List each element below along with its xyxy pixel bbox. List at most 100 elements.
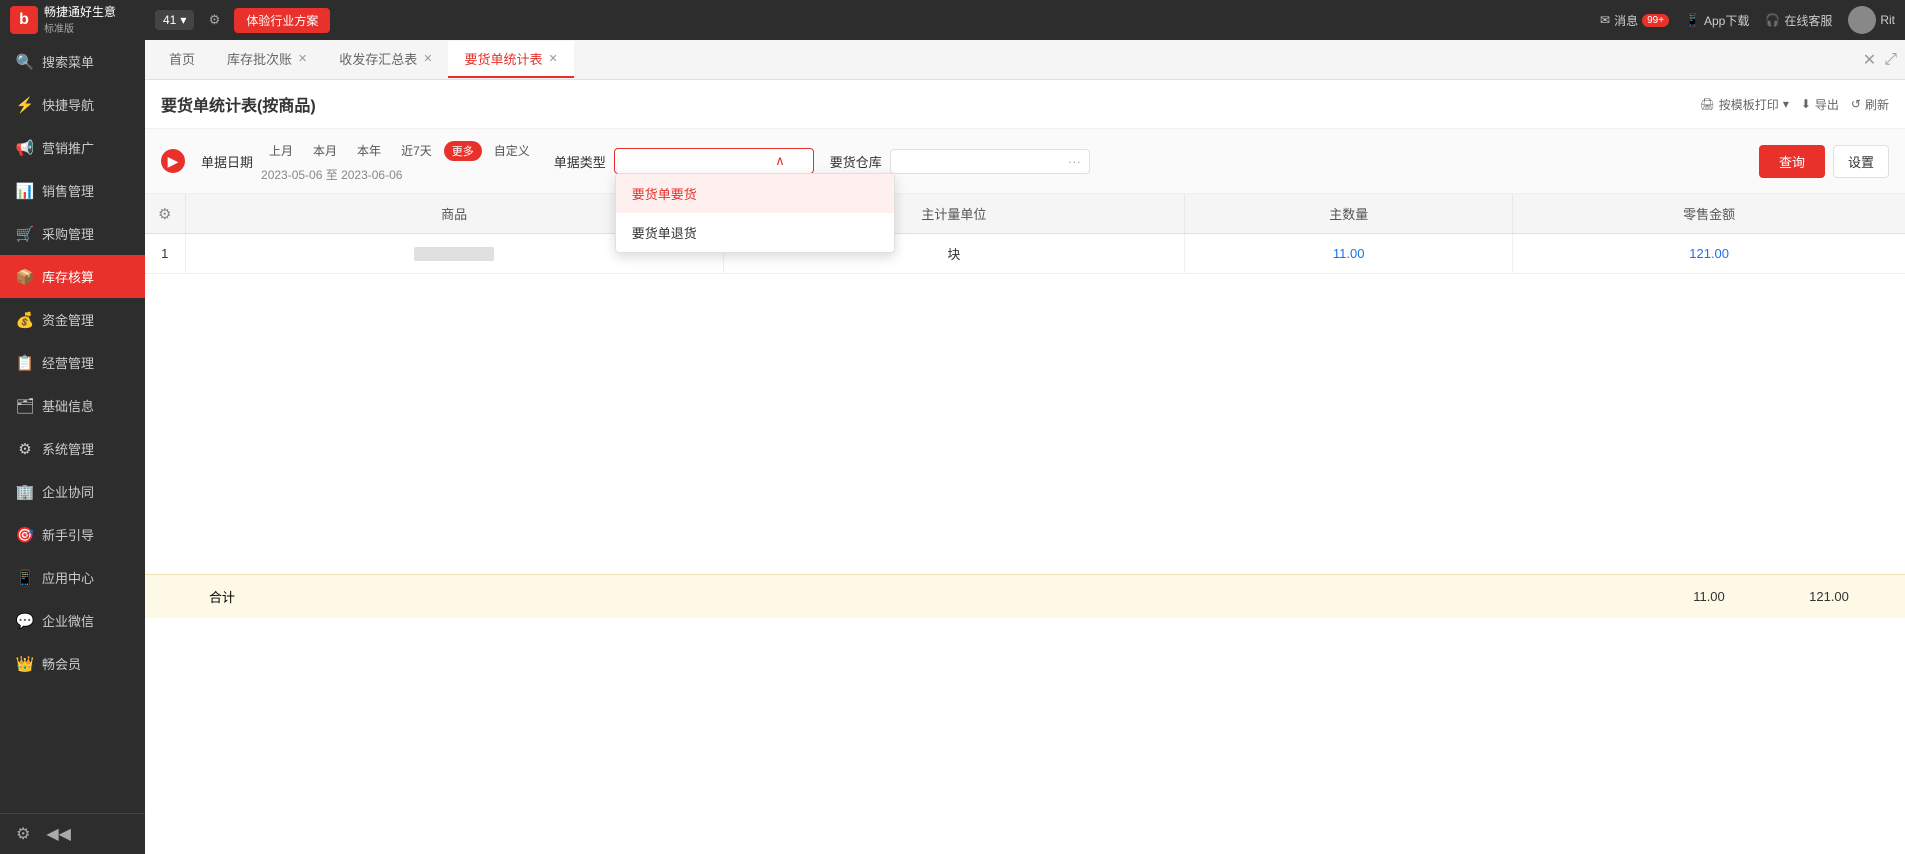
sidebar-item-marketing[interactable]: 📢 营销推广 xyxy=(0,126,145,169)
user-name: Rit xyxy=(1880,13,1895,27)
sidebar-label-finance: 资金管理 xyxy=(42,310,94,329)
sidebar-item-finance[interactable]: 💰 资金管理 xyxy=(0,298,145,341)
sidebar-label-app-center: 应用中心 xyxy=(42,568,94,587)
app-download-label: App下载 xyxy=(1704,12,1749,29)
export-icon: ⬇ xyxy=(1801,97,1811,111)
data-table: ⚙ 商品 主计量单位 主数量 零售金额 1 xyxy=(145,194,1905,274)
sidebar-item-search[interactable]: 🔍 搜索菜单 xyxy=(0,40,145,83)
refresh-btn[interactable]: ↺ 刷新 xyxy=(1851,96,1889,113)
summary-text: 合计 xyxy=(209,590,235,605)
tab-close-all-icon[interactable]: ✕ xyxy=(1863,50,1876,70)
date-btn-this-month[interactable]: 本月 xyxy=(305,139,345,162)
wechat-icon: 💬 xyxy=(16,612,34,630)
tab-order-summary[interactable]: 要货单统计表 ✕ xyxy=(448,41,573,78)
tab-expand-icon[interactable]: ⤢ xyxy=(1884,51,1897,69)
date-btn-last-month[interactable]: 上月 xyxy=(261,139,301,162)
summary-amount: 121.00 xyxy=(1769,589,1889,604)
filter-expand-btn[interactable]: ▶ xyxy=(161,149,185,173)
app-download-item[interactable]: 📱 App下载 xyxy=(1685,12,1749,29)
print-btn[interactable]: 🖨 按模板打印 ▾ xyxy=(1700,96,1789,113)
sidebar-label-sales: 销售管理 xyxy=(42,181,94,200)
warehouse-value xyxy=(899,154,903,169)
sidebar-item-purchase[interactable]: 🛒 采购管理 xyxy=(0,212,145,255)
print-icon: 🖨 xyxy=(1700,97,1715,111)
tab-inventory-batch-close[interactable]: ✕ xyxy=(298,52,307,65)
main-layout: 🔍 搜索菜单 ⚡ 快捷导航 📢 营销推广 📊 销售管理 🛒 采购管理 📦 xyxy=(0,40,1905,854)
sidebar-collapse-btn[interactable]: ◀◀ xyxy=(46,824,71,844)
sidebar-item-member[interactable]: 👑 畅会员 xyxy=(0,642,145,685)
warehouse-filter-input[interactable]: ··· xyxy=(890,149,1090,174)
settings-btn-filter[interactable]: 设置 xyxy=(1833,145,1889,178)
dropdown-item-order-goods[interactable]: 要货单要货 xyxy=(616,174,894,213)
date-btn-this-year[interactable]: 本年 xyxy=(349,139,389,162)
sidebar-item-basic[interactable]: 🗂 基础信息 xyxy=(0,384,145,427)
page-header: 要货单统计表(按商品) 🖨 按模板打印 ▾ ⬇ 导出 ↺ 刷新 xyxy=(145,80,1905,129)
user-avatar-item[interactable]: Rit xyxy=(1848,6,1895,34)
app-name-block: 畅捷通好生意 标准版 xyxy=(44,5,116,36)
cell-amount: 121.00 xyxy=(1513,234,1905,274)
sidebar-item-system[interactable]: ⚙ 系统管理 xyxy=(0,427,145,470)
app-sub: 标准版 xyxy=(44,20,116,35)
content-area: 首页 库存批次账 ✕ 收发存汇总表 ✕ 要货单统计表 ✕ ✕ ⤢ 要 xyxy=(145,40,1905,854)
sidebar-item-quick-nav[interactable]: ⚡ 快捷导航 xyxy=(0,83,145,126)
sidebar-item-operations[interactable]: 📋 经营管理 xyxy=(0,341,145,384)
print-dropdown-icon: ▾ xyxy=(1783,97,1789,111)
date-btn-7days[interactable]: 近7天 xyxy=(393,139,440,162)
table-settings-icon[interactable]: ⚙ xyxy=(158,206,171,223)
export-btn[interactable]: ⬇ 导出 xyxy=(1801,96,1839,113)
quick-nav-icon: ⚡ xyxy=(16,96,34,114)
filter-action-buttons: 查询 设置 xyxy=(1759,145,1889,178)
refresh-label: 刷新 xyxy=(1865,96,1889,113)
dropdown-item-order-return[interactable]: 要货单退货 xyxy=(616,213,894,252)
sidebar-item-wechat[interactable]: 💬 企业微信 xyxy=(0,599,145,642)
sidebar-label-wechat: 企业微信 xyxy=(42,611,94,630)
col-amount: 零售金额 xyxy=(1513,194,1905,234)
type-filter-select[interactable]: ∧ 要货单要货 要货单退货 xyxy=(614,148,814,174)
store-selector[interactable]: 41 ▾ xyxy=(155,10,194,30)
message-label: 消息 xyxy=(1614,12,1638,29)
sidebar-label-system: 系统管理 xyxy=(42,439,94,458)
query-btn[interactable]: 查询 xyxy=(1759,145,1825,178)
online-service-item[interactable]: 🎧 在线客服 xyxy=(1765,12,1832,29)
sidebar-label-purchase: 采购管理 xyxy=(42,224,94,243)
sidebar-label-operations: 经营管理 xyxy=(42,353,94,372)
tab-collect-summary-close[interactable]: ✕ xyxy=(423,52,432,65)
table-container: ⚙ 商品 主计量单位 主数量 零售金额 1 xyxy=(145,194,1905,274)
sidebar-settings-btn[interactable]: ⚙ xyxy=(16,824,30,844)
tab-bar: 首页 库存批次账 ✕ 收发存汇总表 ✕ 要货单统计表 ✕ ✕ ⤢ xyxy=(145,40,1905,80)
sidebar-item-guide[interactable]: 🎯 新手引导 xyxy=(0,513,145,556)
tab-home[interactable]: 首页 xyxy=(153,41,211,78)
tab-order-summary-close[interactable]: ✕ xyxy=(549,52,558,65)
tab-inventory-batch[interactable]: 库存批次账 ✕ xyxy=(211,41,323,78)
user-avatar xyxy=(1848,6,1876,34)
quantity-link[interactable]: 11.00 xyxy=(1333,246,1365,261)
warehouse-filter-label: 要货仓库 xyxy=(830,152,882,171)
date-btn-custom[interactable]: 自定义 xyxy=(486,139,538,162)
type-filter-group: 单据类型 ∧ 要货单要货 要货单退货 xyxy=(554,148,814,174)
sidebar-bottom: ⚙ ◀◀ xyxy=(0,813,145,854)
sidebar-item-inventory[interactable]: 📦 库存核算 xyxy=(0,255,145,298)
store-name: 41 xyxy=(163,13,176,27)
tab-collect-summary[interactable]: 收发存汇总表 ✕ xyxy=(323,41,448,78)
date-filter-label: 单据日期 xyxy=(201,152,253,171)
settings-icon-top[interactable]: ⚙ xyxy=(202,8,226,32)
print-label: 按模板打印 xyxy=(1719,96,1779,113)
tab-home-label: 首页 xyxy=(169,49,195,68)
type-filter-value xyxy=(623,154,627,169)
sidebar-item-sales[interactable]: 📊 销售管理 xyxy=(0,169,145,212)
date-btn-more[interactable]: 更多 xyxy=(444,141,482,161)
message-icon-item[interactable]: ✉ 消息 99+ xyxy=(1600,12,1669,29)
sidebar-item-enterprise[interactable]: 🏢 企业协同 xyxy=(0,470,145,513)
tab-order-summary-label: 要货单统计表 xyxy=(464,49,542,68)
industry-btn[interactable]: 体验行业方案 xyxy=(234,8,330,33)
sidebar-item-app-center[interactable]: 📱 应用中心 xyxy=(0,556,145,599)
type-filter-label: 单据类型 xyxy=(554,152,606,171)
top-nav-right: ✉ 消息 99+ 📱 App下载 🎧 在线客服 Rit xyxy=(1600,6,1895,34)
amount-link[interactable]: 121.00 xyxy=(1689,246,1729,261)
summary-content: 合计 11.00 121.00 xyxy=(161,587,1889,606)
operations-icon: 📋 xyxy=(16,354,34,372)
table-spacer xyxy=(145,274,1905,574)
summary-row: 合计 11.00 121.00 xyxy=(145,574,1905,618)
export-label: 导出 xyxy=(1815,96,1839,113)
date-filter-group: 单据日期 上月 本月 本年 近7天 更多 自定义 2023-05-06 至 20… xyxy=(201,139,538,183)
